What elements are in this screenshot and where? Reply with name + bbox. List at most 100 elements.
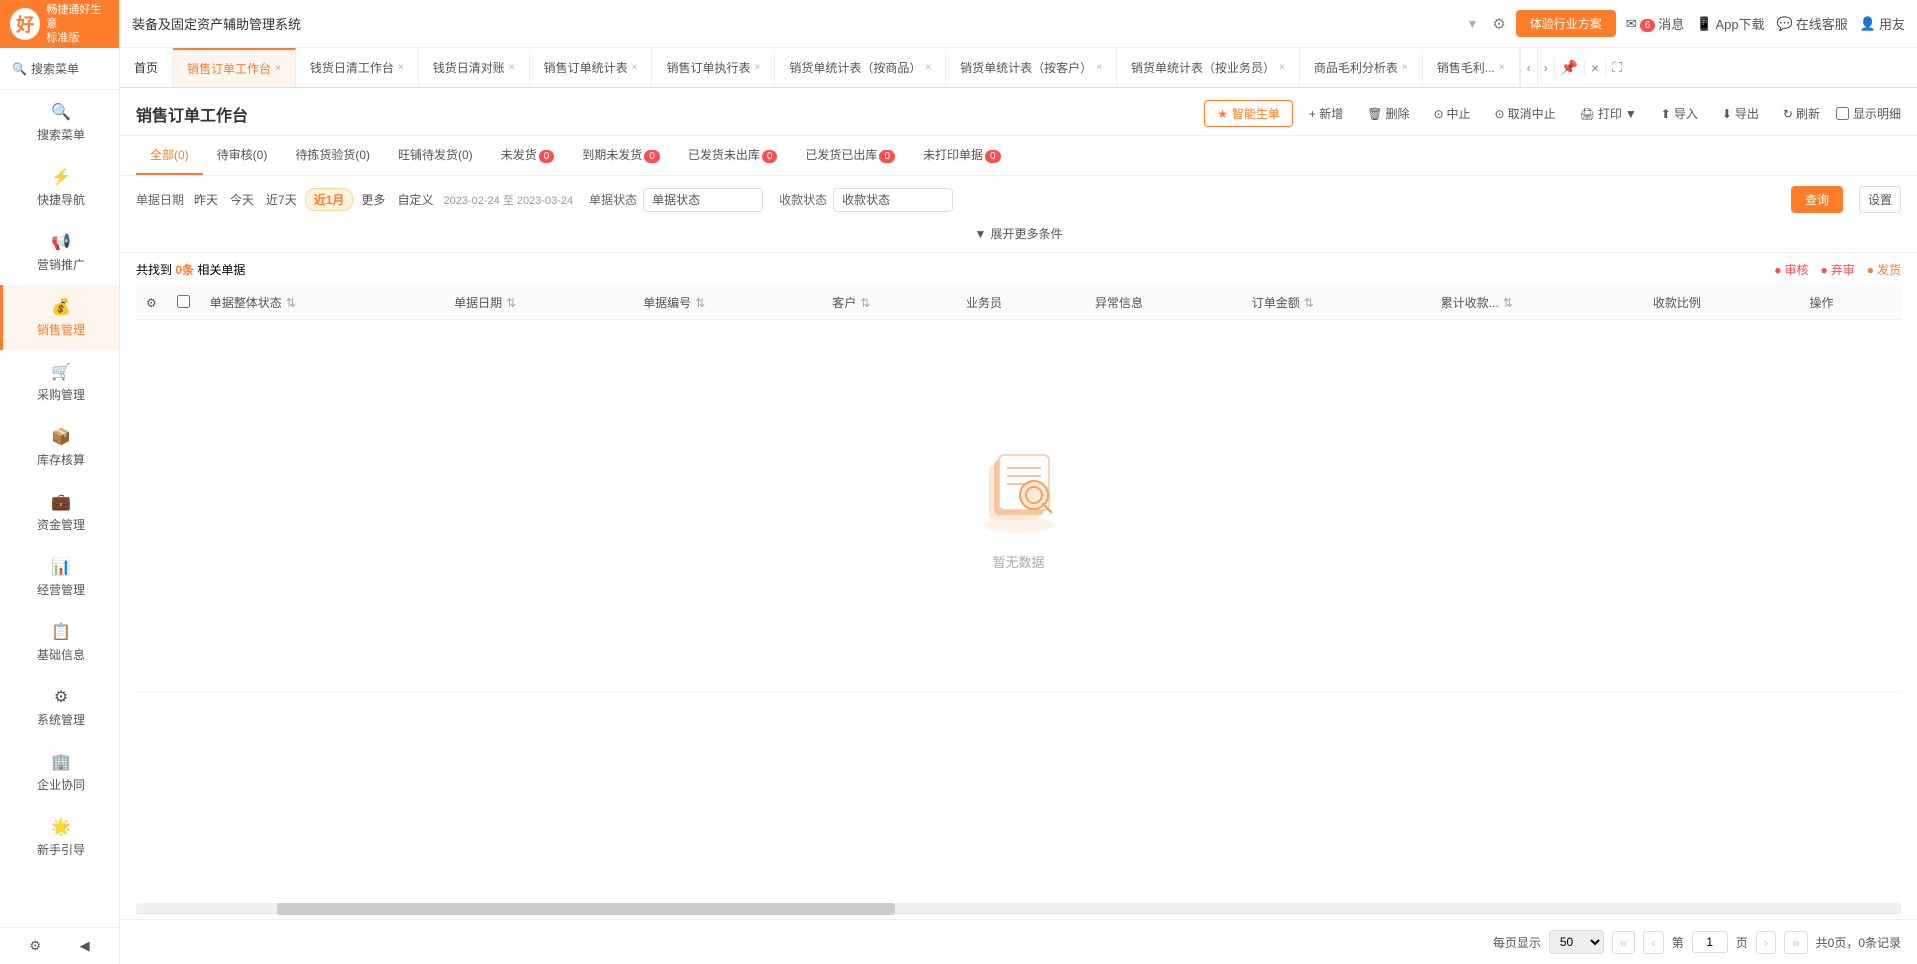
topbar-gear-icon[interactable]: ⚙ [1492, 15, 1505, 33]
tab-close-icon[interactable]: × [509, 62, 515, 73]
delete-button[interactable]: 🗑 删除 [1359, 101, 1417, 126]
show-detail-checkbox[interactable] [1836, 107, 1849, 120]
export-button[interactable]: ⬇ 导出 [1714, 101, 1767, 126]
date-1month-button[interactable]: 近1月 [305, 188, 354, 211]
sub-tab-shipped_out[interactable]: 已发货已出库0 [791, 136, 909, 175]
sidebar-item-newbie[interactable]: 🌟 新手引导 [0, 805, 119, 870]
customer-sort-icon[interactable]: ⇅ [860, 296, 870, 310]
sidebar-item-system[interactable]: ⚙ 系统管理 [0, 675, 119, 740]
smart-create-button[interactable]: ★ 智能生单 [1204, 100, 1293, 127]
number-sort-icon[interactable]: ⇅ [695, 296, 705, 310]
new-button[interactable]: + 新增 [1301, 101, 1351, 126]
tab-close-icon[interactable]: × [398, 62, 404, 73]
sidebar-item-purchase[interactable]: 🛒 采购管理 [0, 350, 119, 415]
col-number[interactable]: 单据编号⇅ [633, 286, 822, 320]
tab-daily_clear[interactable]: 钱货日清工作台× [296, 49, 419, 86]
prev-page-button[interactable]: ‹ [1643, 931, 1663, 954]
next-page-button[interactable]: › [1756, 931, 1776, 954]
sub-tab-pending_inspection[interactable]: 待拣货验货(0) [281, 136, 384, 175]
horizontal-scrollbar[interactable] [120, 903, 1917, 919]
tab-home[interactable]: 首页 [120, 49, 173, 86]
last-page-button[interactable]: » [1784, 931, 1807, 954]
sidebar-item-sales[interactable]: 💰 销售管理 [0, 285, 119, 350]
col-status[interactable]: 单据整体状态⇅ [200, 286, 444, 320]
user-button[interactable]: 👤 用友 [1860, 14, 1905, 33]
tab-sales_exec[interactable]: 销售订单执行表× [652, 49, 775, 86]
tab-product_margin[interactable]: 商品毛利分析表× [1300, 49, 1423, 86]
date-yesterday-button[interactable]: 昨天 [190, 189, 222, 210]
tab-close-icon[interactable]: × [632, 62, 638, 73]
online-service-button[interactable]: 💬 在线客服 [1777, 14, 1848, 33]
sidebar-item-finance[interactable]: 💼 资金管理 [0, 480, 119, 545]
status-sort-icon[interactable]: ⇅ [286, 296, 296, 310]
col-customer[interactable]: 客户⇅ [822, 286, 956, 320]
tab-sales_stats_product[interactable]: 销货单统计表（按商品）× [775, 49, 946, 86]
settings-col-icon[interactable]: ⚙ [146, 296, 157, 310]
tab-expand-button[interactable]: ⛶ [1605, 59, 1628, 76]
tab-sales_stats_customer[interactable]: 销货单统计表（按客户）× [946, 49, 1117, 86]
amount-sort-icon[interactable]: ⇅ [1304, 296, 1314, 310]
tab-close-icon[interactable]: × [1499, 62, 1505, 73]
sub-tab-not_printed[interactable]: 未打印单据0 [909, 136, 1015, 175]
tab-daily_account[interactable]: 钱货日清对账× [419, 49, 530, 86]
per-page-select[interactable]: 50 10 20 100 [1549, 930, 1604, 954]
sidebar-item-inventory[interactable]: 📦 库存核算 [0, 415, 119, 480]
tab-close-icon[interactable]: × [275, 63, 281, 74]
tab-close-icon[interactable]: × [1402, 62, 1408, 73]
page-number-input[interactable] [1692, 931, 1728, 953]
tab-sales_profit[interactable]: 销售毛利...× [1423, 49, 1520, 86]
print-button[interactable]: 🖨 打印 ▼ [1572, 101, 1645, 126]
sub-tab-wangpu_pending[interactable]: 旺铺待发货(0) [384, 136, 487, 175]
select-all-checkbox[interactable] [177, 295, 190, 308]
ship-button[interactable]: ● 发货 [1867, 261, 1901, 278]
payment-select[interactable]: 收款状态 [833, 188, 953, 212]
tab-pin-button[interactable]: 📌 [1554, 59, 1584, 76]
sidebar-settings-button[interactable]: ⚙ [29, 938, 41, 954]
tab-sales_workbench[interactable]: 销售订单工作台× [173, 48, 296, 87]
cancel-review-button[interactable]: ● 弃审 [1820, 261, 1854, 278]
col-date[interactable]: 单据日期⇅ [444, 286, 633, 320]
date-7days-button[interactable]: 近7天 [262, 189, 301, 210]
tab-sales_stats_staff[interactable]: 销货单统计表（按业务员）× [1117, 49, 1300, 86]
date-today-button[interactable]: 今天 [226, 189, 258, 210]
tab-scroll-left-button[interactable]: ‹ [1520, 48, 1537, 87]
sidebar-item-enterprise[interactable]: 🏢 企业协同 [0, 740, 119, 805]
col-collected[interactable]: 累计收款...⇅ [1431, 286, 1643, 320]
date-more-button[interactable]: 更多 [357, 189, 389, 210]
tab-close-icon[interactable]: × [1279, 62, 1285, 73]
sub-tab-pending_review[interactable]: 待审核(0) [203, 136, 282, 175]
tab-close-icon[interactable]: × [1096, 62, 1102, 73]
industry-solution-button[interactable]: 体验行业方案 [1516, 10, 1616, 37]
sidebar-item-basic[interactable]: 📋 基础信息 [0, 610, 119, 675]
expand-filters-button[interactable]: ▼ 展开更多条件 [975, 225, 1063, 242]
sidebar-item-marketing[interactable]: 📢 营销推广 [0, 220, 119, 285]
topbar-chevron-icon[interactable]: ▼ [1462, 15, 1482, 33]
cancel-stop-button[interactable]: ⊙ 取消中止 [1487, 101, 1564, 126]
refresh-button[interactable]: ↻ 刷新 [1775, 101, 1828, 126]
first-page-button[interactable]: « [1612, 931, 1635, 954]
tab-close-icon[interactable]: × [754, 62, 760, 73]
sub-tab-shipped_not_out[interactable]: 已发货未出库0 [674, 136, 792, 175]
review-button[interactable]: ● 审核 [1774, 261, 1808, 278]
tab-sales_stats[interactable]: 销售订单统计表× [530, 49, 653, 86]
message-button[interactable]: ✉ 6 消息 [1626, 14, 1684, 33]
stop-button[interactable]: ⊙ 中止 [1425, 101, 1478, 126]
sidebar-collapse-button[interactable]: ◀ [80, 938, 90, 954]
status-select[interactable]: 单据状态 [643, 188, 763, 212]
tab-close-icon[interactable]: × [925, 62, 931, 73]
show-detail-label[interactable]: 显示明细 [1836, 105, 1901, 122]
collected-sort-icon[interactable]: ⇅ [1503, 296, 1513, 310]
tab-close-all-button[interactable]: × [1584, 60, 1605, 76]
sub-tab-not_shipped[interactable]: 未发货0 [487, 136, 569, 175]
sub-tab-all[interactable]: 全部(0) [136, 136, 203, 175]
sidebar-item-operations[interactable]: 📊 经营管理 [0, 545, 119, 610]
sub-tab-expired_not_shipped[interactable]: 到期未发货0 [568, 136, 674, 175]
filter-settings-button[interactable]: 设置 [1859, 186, 1901, 213]
sidebar-item-search[interactable]: 🔍 搜索菜单 [0, 90, 119, 155]
tab-scroll-right-button[interactable]: › [1537, 48, 1554, 87]
search-menu-button[interactable]: 🔍 搜索菜单 [8, 56, 111, 81]
date-custom-button[interactable]: 自定义 [393, 189, 437, 210]
app-download-button[interactable]: 📱 App下载 [1696, 14, 1764, 33]
import-button[interactable]: ⬆ 导入 [1653, 101, 1706, 126]
sidebar-item-quick[interactable]: ⚡ 快捷导航 [0, 155, 119, 220]
